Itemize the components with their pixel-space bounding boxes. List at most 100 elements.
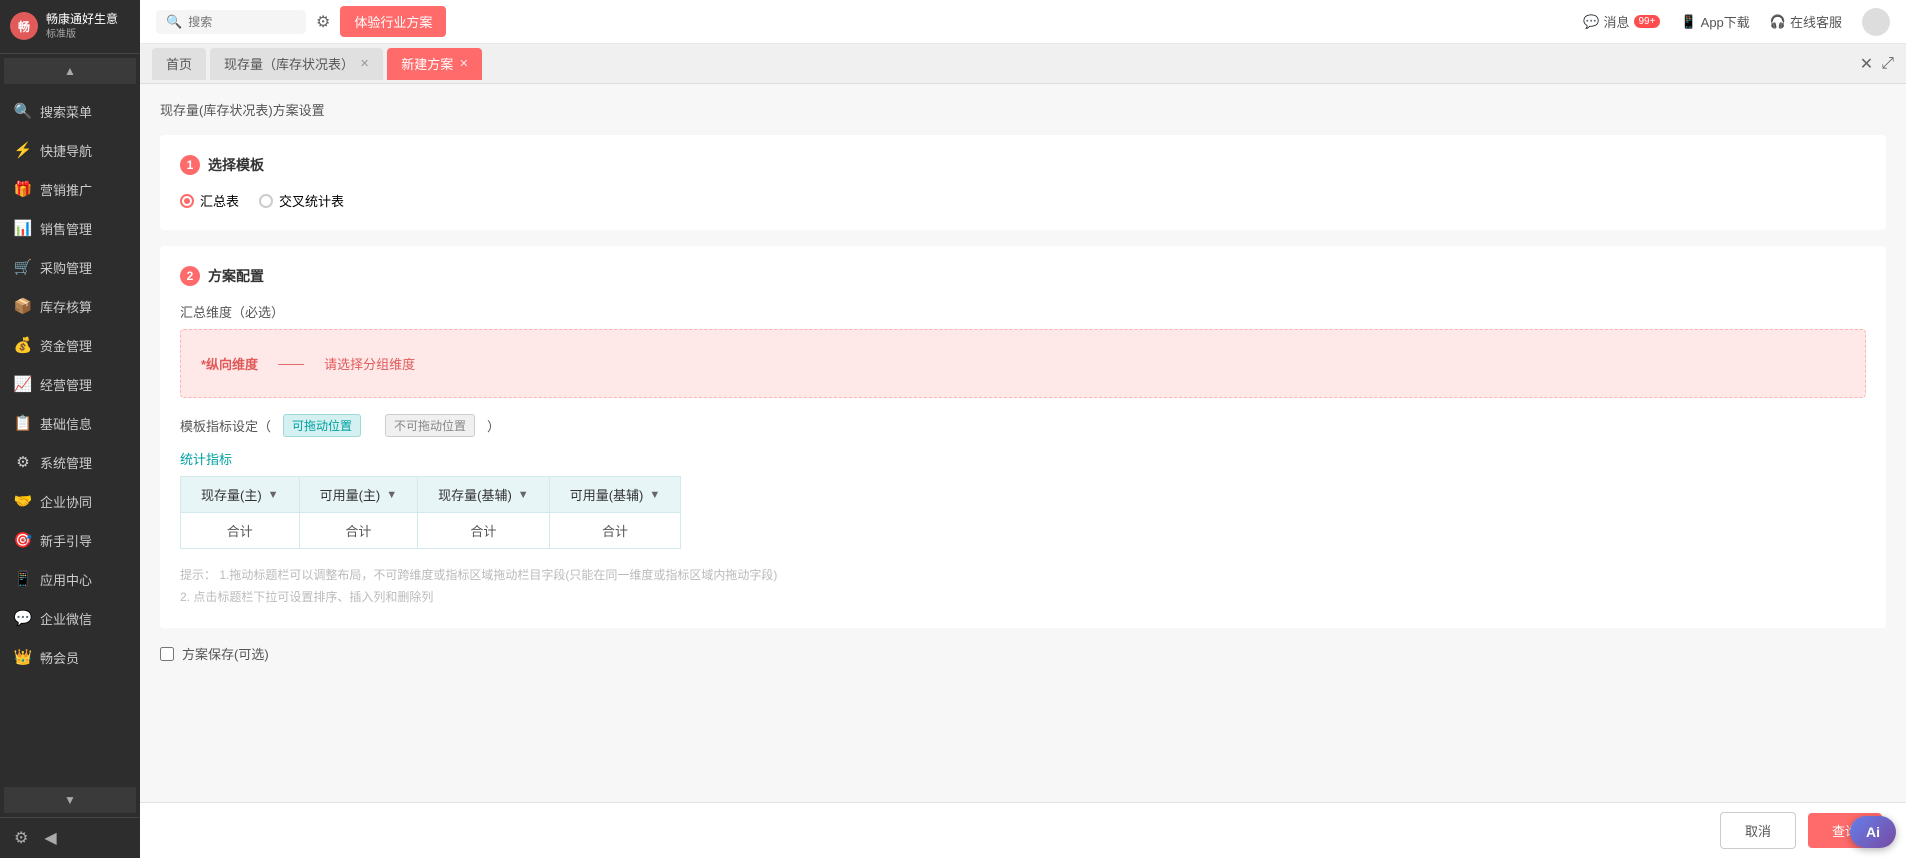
app-download-item[interactable]: 📱 App下载 bbox=[1680, 12, 1749, 31]
sidebar-item-system[interactable]: ⚙ 系统管理 bbox=[0, 443, 140, 482]
search-icon: 🔍 bbox=[166, 14, 182, 30]
radio-crosstab[interactable]: 交叉统计表 bbox=[259, 191, 344, 210]
scroll-down-btn[interactable]: ▼ bbox=[4, 787, 136, 813]
chevron-down-icon: ▼ bbox=[518, 489, 529, 501]
online-service-item[interactable]: 🎧 在线客服 bbox=[1770, 12, 1842, 31]
action-bar: 取消 查询 bbox=[140, 802, 1906, 858]
sidebar-item-contract[interactable]: 🤝 企业协同 bbox=[0, 482, 140, 521]
stats-body-row: 合计合计合计合计 bbox=[181, 513, 681, 549]
sidebar-label-inventory-mgr: 库存核算 bbox=[40, 297, 92, 316]
sidebar-item-finance[interactable]: 💰 资金管理 bbox=[0, 326, 140, 365]
sidebar-icon-member: 👑 bbox=[14, 648, 32, 666]
sidebar-icon-sales: 📊 bbox=[14, 219, 32, 237]
ai-button[interactable]: Ai bbox=[1850, 816, 1896, 848]
sidebar-item-app-center[interactable]: 📱 应用中心 bbox=[0, 560, 140, 599]
sidebar-label-basic-info: 基础信息 bbox=[40, 414, 92, 433]
step1-section: 1 选择模板 汇总表 交叉统计表 bbox=[160, 135, 1886, 230]
search-box: 🔍 bbox=[156, 10, 306, 34]
settings-icon[interactable]: ⚙ bbox=[14, 828, 28, 848]
sidebar-label-wechat: 企业微信 bbox=[40, 609, 92, 628]
tab-inventory-close[interactable]: ✕ bbox=[360, 57, 369, 70]
save-checkbox[interactable] bbox=[160, 647, 174, 661]
trial-btn[interactable]: 体验行业方案 bbox=[340, 6, 446, 37]
dimension-section-label: 汇总维度（必选） bbox=[180, 302, 1866, 321]
stats-col-cell: 合计 bbox=[549, 513, 681, 549]
dim-dash: —— bbox=[278, 356, 304, 371]
scroll-up-btn[interactable]: ▲ bbox=[4, 58, 136, 84]
sidebar-nav: 🔍 搜索菜单 ⚡ 快捷导航 🎁 营销推广 📊 销售管理 🛒 采购管理 📦 库存核… bbox=[0, 88, 140, 783]
main-area: 🔍 ⚙ 体验行业方案 💬 消息 99+ 📱 App下载 🎧 在线客服 首页 bbox=[140, 0, 1906, 858]
tip-text: 提示： 1.拖动标题栏可以调整布局，不可跨维度或指标区域拖动栏目字段(只能在同一… bbox=[180, 565, 1866, 587]
sidebar-item-newbie[interactable]: 🎯 新手引导 bbox=[0, 521, 140, 560]
message-item[interactable]: 💬 消息 99+ bbox=[1583, 12, 1660, 31]
stats-title: 统计指标 bbox=[180, 449, 1866, 468]
sidebar-label-contract: 企业协同 bbox=[40, 492, 92, 511]
radio-summary-circle bbox=[180, 194, 194, 208]
sidebar-icon-wechat: 💬 bbox=[14, 609, 32, 627]
sidebar-item-search[interactable]: 🔍 搜索菜单 bbox=[0, 92, 140, 131]
expand-panel-btn[interactable]: ⤢ bbox=[1881, 54, 1894, 74]
stats-col-header[interactable]: 可用量(主)▼ bbox=[299, 477, 418, 513]
sidebar-icon-finance: 💰 bbox=[14, 336, 32, 354]
content-area: 现存量(库存状况表)方案设置 1 选择模板 汇总表 交叉统计表 2 bbox=[140, 84, 1906, 802]
stats-col-header[interactable]: 可用量(基辅)▼ bbox=[549, 477, 681, 513]
stats-col-header[interactable]: 现存量(主)▼ bbox=[181, 477, 300, 513]
stats-table: 现存量(主)▼可用量(主)▼现存量(基辅)▼可用量(基辅)▼ 合计合计合计合计 bbox=[180, 476, 681, 549]
dim-placeholder[interactable]: 请选择分组维度 bbox=[324, 354, 415, 373]
sidebar-item-sales[interactable]: 📊 销售管理 bbox=[0, 209, 140, 248]
message-icon: 💬 bbox=[1583, 14, 1599, 30]
tab-inventory[interactable]: 现存量（库存状况表） ✕ bbox=[210, 48, 383, 80]
sidebar-label-operations: 经营管理 bbox=[40, 375, 92, 394]
sidebar-label-finance: 资金管理 bbox=[40, 336, 92, 355]
close-panel-btn[interactable]: ✕ bbox=[1860, 54, 1873, 74]
sidebar-item-operations[interactable]: 📈 经营管理 bbox=[0, 365, 140, 404]
fixed-badge: 不可拖动位置 bbox=[385, 414, 475, 437]
sidebar-item-marketing[interactable]: 🎁 营销推广 bbox=[0, 170, 140, 209]
sidebar-icon-marketing: 🎁 bbox=[14, 180, 32, 198]
step2-label: 2 方案配置 bbox=[180, 266, 264, 286]
step1-label: 1 选择模板 bbox=[180, 155, 264, 175]
sidebar-item-basic-info[interactable]: 📋 基础信息 bbox=[0, 404, 140, 443]
sidebar-label-marketing: 营销推广 bbox=[40, 180, 92, 199]
sidebar-item-quick-nav[interactable]: ⚡ 快捷导航 bbox=[0, 131, 140, 170]
stats-col-cell: 合计 bbox=[181, 513, 300, 549]
stats-section: 统计指标 现存量(主)▼可用量(主)▼现存量(基辅)▼可用量(基辅)▼ 合计 合计… bbox=[180, 449, 1866, 549]
sidebar-item-wechat[interactable]: 💬 企业微信 bbox=[0, 599, 140, 638]
gear-icon[interactable]: ⚙ bbox=[316, 12, 330, 32]
save-option: 方案保存(可选) bbox=[160, 644, 1886, 663]
radio-crosstab-circle bbox=[259, 194, 273, 208]
collapse-icon[interactable]: ◀ bbox=[44, 828, 56, 848]
tab-home[interactable]: 首页 bbox=[152, 48, 206, 80]
topbar: 🔍 ⚙ 体验行业方案 💬 消息 99+ 📱 App下载 🎧 在线客服 bbox=[140, 0, 1906, 44]
avatar[interactable] bbox=[1862, 8, 1890, 36]
sidebar-label-system: 系统管理 bbox=[40, 453, 92, 472]
sidebar-icon-operations: 📈 bbox=[14, 375, 32, 393]
vertical-dim-label: *纵向维度 bbox=[201, 354, 258, 373]
logo-text: 畅康通好生意 标准版 bbox=[46, 12, 118, 41]
sidebar-icon-system: ⚙ bbox=[14, 453, 32, 471]
page-title: 现存量(库存状况表)方案设置 bbox=[160, 100, 1886, 119]
template-radio-group: 汇总表 交叉统计表 bbox=[180, 191, 1866, 210]
indicator-setting: 模板指标设定（ 可拖动位置 不可拖动位置 ） bbox=[180, 414, 1866, 437]
tab-new-scheme[interactable]: 新建方案 ✕ bbox=[387, 48, 482, 80]
sidebar-icon-app-center: 📱 bbox=[14, 570, 32, 588]
dimension-area: *纵向维度 —— 请选择分组维度 bbox=[180, 329, 1866, 398]
sidebar: 畅 畅康通好生意 标准版 ▲ 🔍 搜索菜单 ⚡ 快捷导航 🎁 营销推广 📊 销售… bbox=[0, 0, 140, 858]
sidebar-icon-quick-nav: ⚡ bbox=[14, 141, 32, 159]
tab-new-scheme-close[interactable]: ✕ bbox=[459, 57, 468, 70]
logo-icon: 畅 bbox=[10, 12, 38, 40]
sidebar-item-purchase[interactable]: 🛒 采购管理 bbox=[0, 248, 140, 287]
sidebar-label-quick-nav: 快捷导航 bbox=[40, 141, 92, 160]
tips-area: 提示： 1.拖动标题栏可以调整布局，不可跨维度或指标区域拖动栏目字段(只能在同一… bbox=[180, 565, 1866, 608]
cancel-button[interactable]: 取消 bbox=[1720, 812, 1796, 849]
sidebar-item-member[interactable]: 👑 畅会员 bbox=[0, 638, 140, 677]
search-input[interactable] bbox=[188, 15, 288, 29]
chevron-down-icon: ▼ bbox=[386, 489, 397, 501]
radio-summary[interactable]: 汇总表 bbox=[180, 191, 239, 210]
sidebar-icon-search: 🔍 bbox=[14, 102, 32, 120]
sidebar-label-search: 搜索菜单 bbox=[40, 102, 92, 121]
sidebar-item-inventory-mgr[interactable]: 📦 库存核算 bbox=[0, 287, 140, 326]
sidebar-label-purchase: 采购管理 bbox=[40, 258, 92, 277]
sidebar-logo: 畅 畅康通好生意 标准版 bbox=[0, 0, 140, 54]
stats-col-header[interactable]: 现存量(基辅)▼ bbox=[418, 477, 550, 513]
